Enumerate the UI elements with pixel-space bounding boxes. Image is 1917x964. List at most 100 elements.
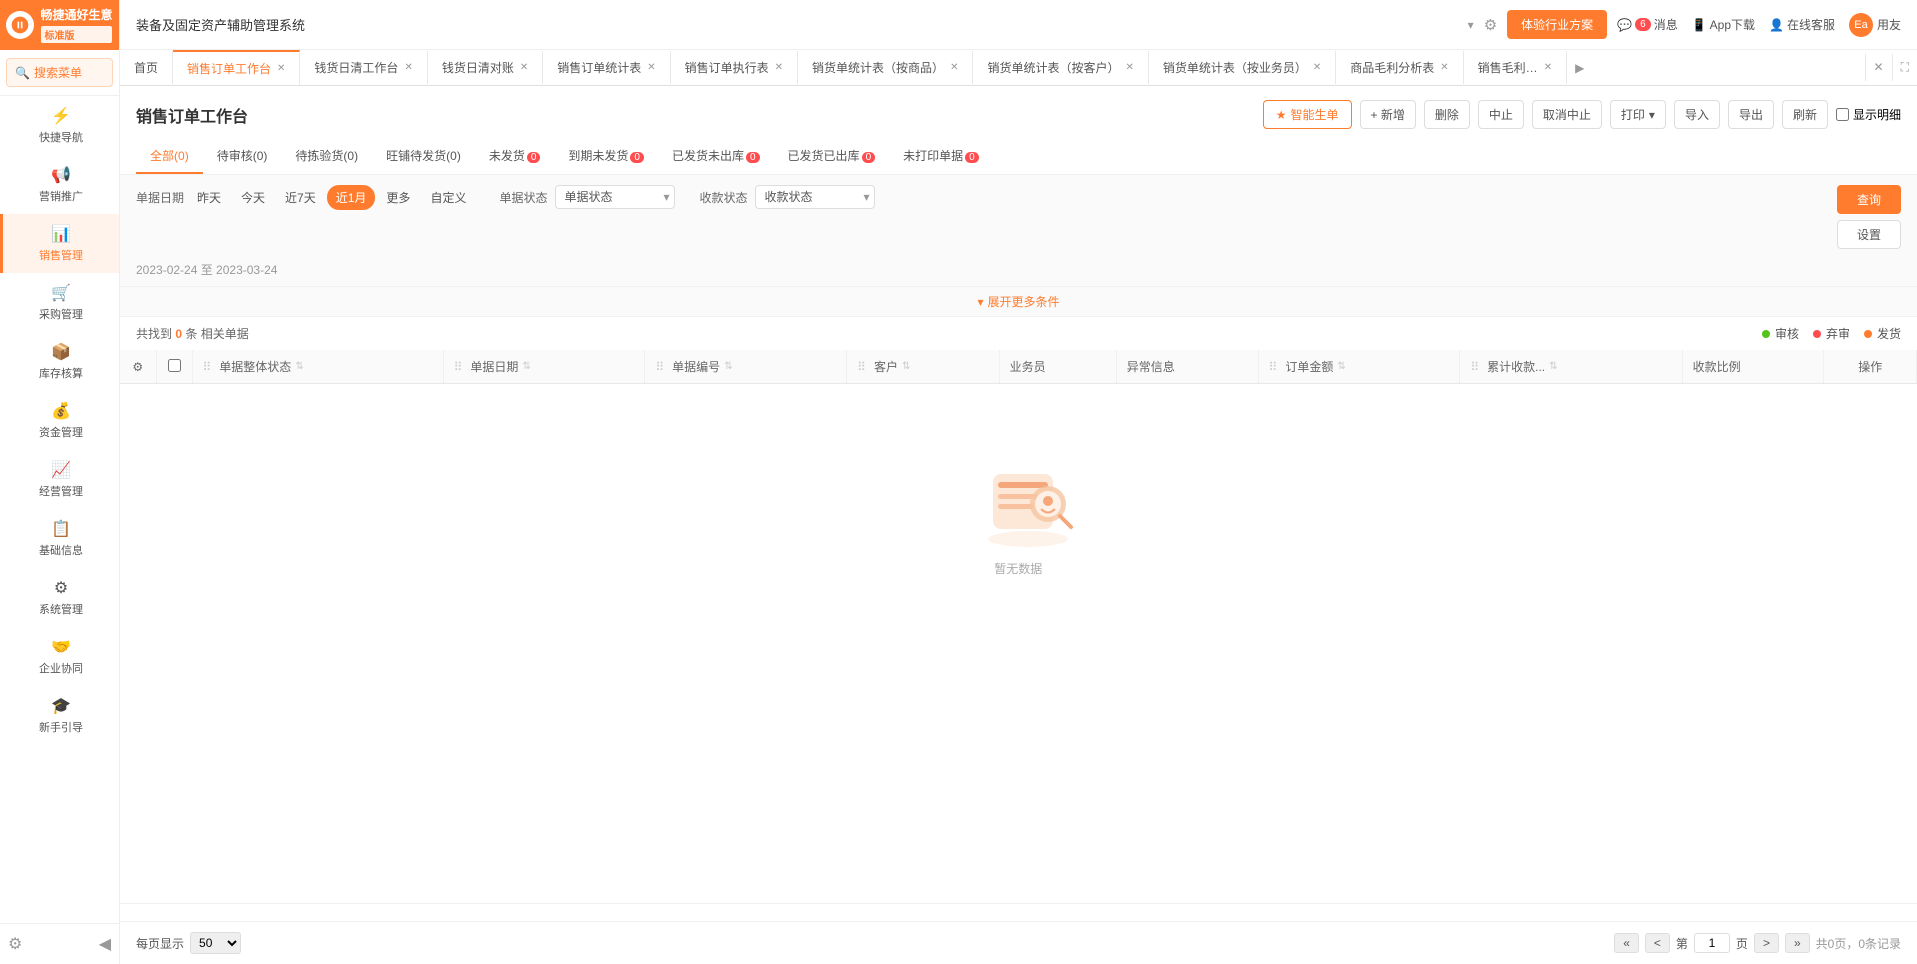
tab-order-stats[interactable]: 销售订单统计表 ✕: [543, 51, 670, 84]
tab-home[interactable]: 首页: [120, 51, 173, 84]
subtab-shipped-out[interactable]: 已发货已出库0: [774, 139, 890, 174]
tab-close-sales-stats-staff[interactable]: ✕: [1313, 62, 1321, 73]
expand-conditions-btn[interactable]: ▾ 展开更多条件: [977, 293, 1059, 310]
sidebar-item-guide[interactable]: 🎓 新手引导: [0, 686, 119, 745]
app-download-action[interactable]: 📱 App下载: [1692, 16, 1755, 33]
sidebar-item-system[interactable]: ⚙ 系统管理: [0, 568, 119, 627]
tab-close-sales-profit[interactable]: ✕: [1544, 62, 1552, 73]
date-btn-custom[interactable]: 自定义: [421, 185, 475, 210]
tab-close-order-stats[interactable]: ✕: [647, 62, 655, 73]
show-detail-checkbox[interactable]: [1836, 108, 1849, 121]
industry-btn[interactable]: 体验行业方案: [1507, 10, 1607, 39]
tab-close-gross-margin[interactable]: ✕: [1440, 62, 1448, 73]
date-btn-more[interactable]: 更多: [377, 185, 419, 210]
th-staff-sort[interactable]: 业务员: [1010, 358, 1106, 375]
next-page-btn[interactable]: >: [1754, 933, 1779, 953]
import-btn[interactable]: 导入: [1674, 100, 1720, 129]
select-all-checkbox[interactable]: [168, 359, 181, 372]
date-btn-yesterday[interactable]: 昨天: [188, 185, 230, 210]
sidebar-item-inventory[interactable]: 📦 库存核算: [0, 332, 119, 391]
refresh-btn[interactable]: 刷新: [1782, 100, 1828, 129]
tab-close-reconcile[interactable]: ✕: [520, 62, 528, 73]
sidebar-item-basic-info[interactable]: 📋 基础信息: [0, 509, 119, 568]
tab-sales-profit[interactable]: 销售毛利… ✕: [1464, 51, 1567, 84]
sidebar-item-cooperation[interactable]: 🤝 企业协同: [0, 627, 119, 686]
th-amount-sort[interactable]: ⠿ 订单金额 ⇅: [1269, 358, 1450, 375]
th-customer-sort[interactable]: ⠿ 客户 ⇅: [857, 358, 988, 375]
sidebar-item-purchase[interactable]: 🛒 采购管理: [0, 273, 119, 332]
tab-close-daily-clear[interactable]: ✕: [404, 62, 412, 73]
new-btn[interactable]: + 新增: [1360, 100, 1416, 129]
tab-close-sales-order[interactable]: ✕: [277, 63, 285, 74]
subtab-overdue[interactable]: 到期未发货0: [554, 139, 658, 174]
delete-btn[interactable]: 删除: [1424, 100, 1470, 129]
sidebar-item-sales[interactable]: 📊 销售管理: [0, 214, 119, 273]
dropdown-arrow-icon[interactable]: ▾: [1468, 18, 1474, 32]
page-input[interactable]: [1694, 933, 1730, 953]
payment-select[interactable]: 收款状态: [755, 185, 875, 209]
date-btn-today[interactable]: 今天: [232, 185, 274, 210]
tab-daily-clear[interactable]: 钱货日清工作台 ✕: [300, 51, 427, 84]
ship-dot-icon: [1864, 330, 1872, 338]
th-anomaly-sort[interactable]: 异常信息: [1127, 358, 1248, 375]
phone-icon: 📱: [1692, 18, 1707, 32]
subtab-not-shipped[interactable]: 未发货0: [475, 139, 555, 174]
set-btn[interactable]: 设置: [1837, 220, 1901, 249]
cancel-stop-btn[interactable]: 取消中止: [1532, 100, 1602, 129]
subtab-pending-review[interactable]: 待审核(0): [203, 139, 282, 174]
tab-sales-stats-staff[interactable]: 销货单统计表（按业务员） ✕: [1149, 51, 1336, 84]
filter-main-group: 单据日期 昨天 今天 近7天 近1月 更多 自定义 单据状态: [136, 185, 1821, 210]
show-detail-checkbox-label[interactable]: 显示明细: [1836, 106, 1901, 123]
tab-close-all-btn[interactable]: ✕: [1865, 54, 1892, 81]
settings-icon[interactable]: ⚙: [8, 934, 22, 954]
tab-close-order-exec[interactable]: ✕: [775, 62, 783, 73]
sidebar-item-quick-nav[interactable]: ⚡ 快捷导航: [0, 96, 119, 155]
config-icon[interactable]: ⚙: [132, 360, 143, 374]
prev-page-btn[interactable]: <: [1645, 933, 1670, 953]
message-action[interactable]: 💬 6 消息: [1617, 16, 1678, 33]
tab-reconcile[interactable]: 钱货日清对账 ✕: [428, 51, 543, 84]
subtab-all[interactable]: 全部(0): [136, 139, 203, 174]
sidebar-item-finance[interactable]: 💰 资金管理: [0, 391, 119, 450]
date-btn-1month[interactable]: 近1月: [327, 185, 376, 210]
subtab-pending-inspect[interactable]: 待拣验货(0): [281, 139, 372, 174]
tab-more-button[interactable]: ▶: [1567, 53, 1592, 83]
sidebar-item-operations[interactable]: 📈 经营管理: [0, 450, 119, 509]
th-cumulative-sort[interactable]: ⠿ 累计收款... ⇅: [1470, 358, 1671, 375]
sidebar-item-marketing[interactable]: 📢 营销推广: [0, 155, 119, 214]
tab-order-exec[interactable]: 销售订单执行表 ✕: [671, 51, 798, 84]
export-btn[interactable]: 导出: [1728, 100, 1774, 129]
last-page-btn[interactable]: »: [1785, 933, 1810, 953]
print-btn[interactable]: 打印 ▾: [1610, 100, 1666, 129]
tab-close-sales-stats-product[interactable]: ✕: [950, 62, 958, 73]
online-service-action[interactable]: 👤 在线客服: [1769, 16, 1835, 33]
subtab-shipped-not-out[interactable]: 已发货未出库0: [658, 139, 774, 174]
th-number-sort[interactable]: ⠿ 单据编号 ⇅: [655, 358, 836, 375]
tab-sales-stats-customer[interactable]: 销货单统计表（按客户） ✕: [973, 51, 1148, 84]
search-menu-button[interactable]: 🔍 搜索菜单: [6, 58, 113, 87]
tab-sales-stats-product[interactable]: 销货单统计表（按商品） ✕: [798, 51, 973, 84]
th-date-sort[interactable]: ⠿ 单据日期 ⇅: [454, 358, 635, 375]
discard-review-action[interactable]: 弃审: [1813, 325, 1850, 342]
tab-expand-btn[interactable]: ⛶: [1892, 54, 1917, 81]
subtab-shop-pending[interactable]: 旺铺待发货(0): [372, 139, 475, 174]
query-btn[interactable]: 查询: [1837, 185, 1901, 214]
first-page-btn[interactable]: «: [1614, 933, 1639, 953]
status-select[interactable]: 单据状态: [555, 185, 675, 209]
review-action[interactable]: 审核: [1762, 325, 1799, 342]
smart-generate-btn[interactable]: ★ 智能生单: [1263, 100, 1352, 129]
topbar-settings-icon[interactable]: ⚙: [1484, 16, 1497, 34]
ship-action[interactable]: 发货: [1864, 325, 1901, 342]
subtab-not-printed[interactable]: 未打印单据0: [889, 139, 993, 174]
date-btn-7days[interactable]: 近7天: [276, 185, 325, 210]
stop-btn[interactable]: 中止: [1478, 100, 1524, 129]
th-status-sort[interactable]: ⠿ 单据整体状态 ⇅: [203, 358, 433, 375]
tab-close-sales-stats-customer[interactable]: ✕: [1125, 62, 1133, 73]
page-size-select[interactable]: 10 20 50 100: [190, 932, 241, 954]
collapse-icon[interactable]: ◀: [99, 934, 111, 954]
sort-icon-cumulative: ⇅: [1549, 361, 1557, 372]
tab-sales-order[interactable]: 销售订单工作台 ✕: [173, 50, 300, 85]
tab-gross-margin[interactable]: 商品毛利分析表 ✕: [1336, 51, 1463, 84]
user-area[interactable]: Ea 用友: [1849, 13, 1901, 37]
horizontal-scrollbar[interactable]: [120, 903, 1917, 921]
